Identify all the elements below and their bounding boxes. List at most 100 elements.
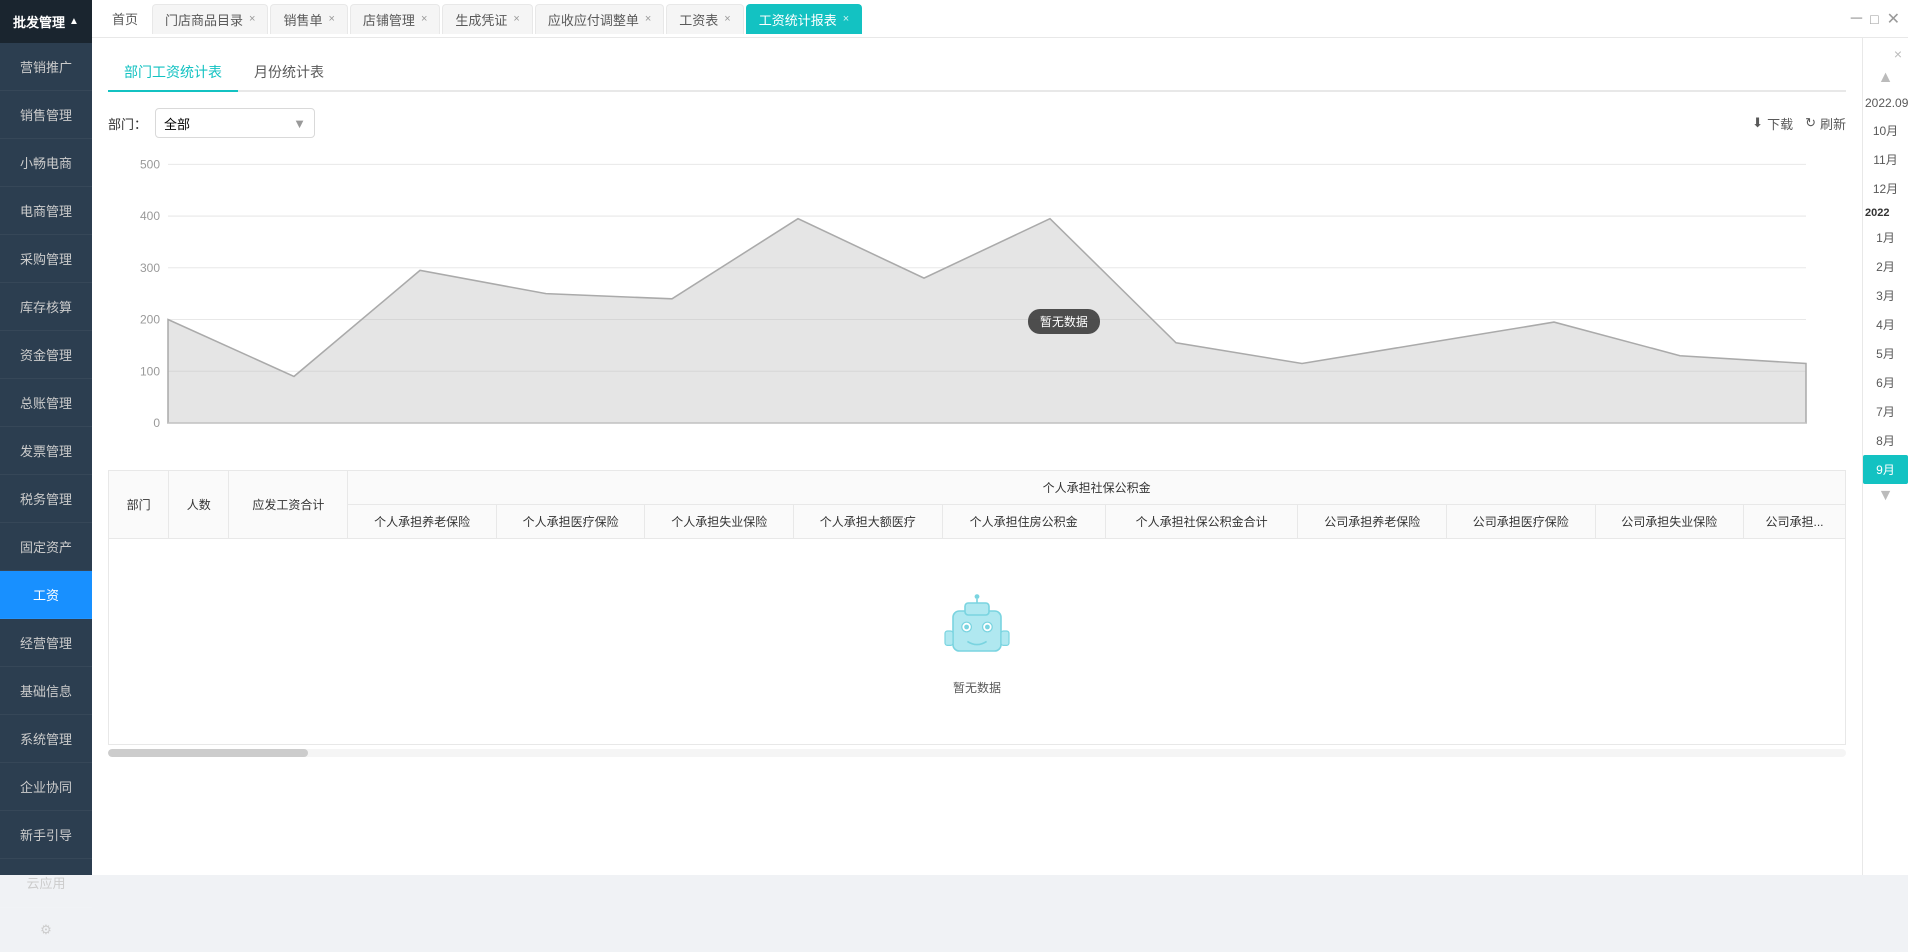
tab-close-icon[interactable]: × bbox=[513, 13, 519, 25]
svg-text:100: 100 bbox=[140, 364, 160, 378]
empty-text: 暂无数据 bbox=[953, 679, 1001, 696]
window-close[interactable]: ✕ bbox=[1887, 9, 1900, 29]
svg-text:500: 500 bbox=[140, 157, 160, 171]
tab-销售单[interactable]: 销售单 × bbox=[270, 4, 347, 34]
tab-label: 工资统计报表 bbox=[759, 10, 837, 29]
table-scroll-container[interactable]: 部门 人数 应发工资合计 个人承担社保公积金 个人承担养老保险个人承担医疗保险个… bbox=[108, 470, 1846, 745]
sidebar-item-企业协同[interactable]: 企业协同 bbox=[0, 763, 92, 811]
sidebar-item-销售管理[interactable]: 销售管理 bbox=[0, 91, 92, 139]
window-maximize[interactable]: □ bbox=[1870, 11, 1878, 27]
th-group: 个人承担社保公积金 bbox=[348, 471, 1846, 505]
tab-门店商品目录[interactable]: 门店商品目录× bbox=[152, 4, 268, 34]
timeline-month-6月[interactable]: 6月 bbox=[1863, 368, 1908, 397]
dept-filter-label: 部门： bbox=[108, 114, 147, 133]
th-col: 个人承担养老保险 bbox=[348, 505, 497, 539]
area-chart: 5004003002001000 bbox=[108, 154, 1846, 454]
timeline-month-8月[interactable]: 8月 bbox=[1863, 426, 1908, 455]
th-headcount: 人数 bbox=[169, 471, 229, 539]
horizontal-scrollbar[interactable] bbox=[108, 749, 308, 757]
sidebar-item-发票管理[interactable]: 发票管理 bbox=[0, 427, 92, 475]
sidebar-item-库存核算[interactable]: 库存核算 bbox=[0, 283, 92, 331]
data-table: 部门 人数 应发工资合计 个人承担社保公积金 个人承担养老保险个人承担医疗保险个… bbox=[108, 470, 1846, 745]
sub-tab-部门工资统计表[interactable]: 部门工资统计表 bbox=[108, 54, 238, 92]
download-button[interactable]: ⬇ 下载 bbox=[1752, 114, 1793, 133]
timeline-month-12月[interactable]: 12月 bbox=[1863, 174, 1908, 203]
sidebar: 批发管理 ▲ 营销推广销售管理小畅电商电商管理采购管理库存核算资金管理总账管理发… bbox=[0, 0, 92, 875]
tab-close-icon[interactable]: × bbox=[645, 13, 651, 25]
timeline-month-7月[interactable]: 7月 bbox=[1863, 397, 1908, 426]
timeline-month-1月[interactable]: 1月 bbox=[1863, 223, 1908, 252]
sub-tab-月份统计表[interactable]: 月份统计表 bbox=[238, 54, 340, 92]
sidebar-item-云应用[interactable]: 云应用 bbox=[0, 859, 92, 907]
timeline-month-2022.09[interactable]: 2022.09 bbox=[1863, 90, 1908, 116]
tab-生成凭证[interactable]: 生成凭证 × bbox=[442, 4, 532, 34]
sidebar-item-资金管理[interactable]: 资金管理 bbox=[0, 331, 92, 379]
sidebar-header[interactable]: 批发管理 ▲ bbox=[0, 0, 92, 43]
dept-select[interactable]: 全部 ▼ bbox=[155, 108, 315, 138]
sidebar-item-小畅电商[interactable]: 小畅电商 bbox=[0, 139, 92, 187]
download-icon: ⬇ bbox=[1752, 115, 1763, 131]
svg-text:200: 200 bbox=[140, 312, 160, 326]
table-empty-row: 暂无数据 bbox=[109, 539, 1846, 745]
timeline-year-label: 2022 bbox=[1863, 203, 1908, 223]
tab-label: 生成凭证 bbox=[455, 10, 507, 29]
sidebar-item-基础信息[interactable]: 基础信息 bbox=[0, 667, 92, 715]
timeline-down-nav[interactable]: ▼ bbox=[1874, 484, 1898, 508]
refresh-label: 刷新 bbox=[1820, 114, 1846, 133]
empty-state: 暂无数据 bbox=[121, 547, 1833, 736]
tab-close-icon[interactable]: × bbox=[328, 13, 334, 25]
timeline-month-3月[interactable]: 3月 bbox=[1863, 281, 1908, 310]
th-salary: 应发工资合计 bbox=[229, 471, 348, 539]
tab-home[interactable]: 首页 bbox=[100, 4, 150, 34]
tab-label: 店铺管理 bbox=[363, 10, 415, 29]
action-buttons: ⬇ 下载 ↻ 刷新 bbox=[1752, 114, 1846, 133]
toolbar: 部门： 全部 ▼ ⬇ 下载 ↻ 刷新 bbox=[108, 108, 1846, 138]
th-col: 个人承担医疗保险 bbox=[496, 505, 645, 539]
th-col: 个人承担大额医疗 bbox=[793, 505, 942, 539]
refresh-button[interactable]: ↻ 刷新 bbox=[1805, 114, 1846, 133]
sidebar-title: 批发管理 bbox=[13, 12, 65, 31]
page-content: 部门工资统计表月份统计表 部门： 全部 ▼ ⬇ 下载 ↻ bbox=[92, 38, 1862, 875]
sidebar-settings-button[interactable]: ⚙ bbox=[0, 907, 92, 952]
timeline-panel: × ▲ 2022.0910月11月12月20221月2月3月4月5月6月7月8月… bbox=[1862, 38, 1908, 875]
tab-close-icon[interactable]: × bbox=[421, 13, 427, 25]
tab-工资表[interactable]: 工资表× bbox=[666, 4, 743, 34]
th-dept: 部门 bbox=[109, 471, 169, 539]
th-col: 个人承担失业保险 bbox=[645, 505, 794, 539]
sidebar-item-工资[interactable]: 工资 bbox=[0, 571, 92, 619]
sidebar-item-电商管理[interactable]: 电商管理 bbox=[0, 187, 92, 235]
sidebar-item-营销推广[interactable]: 营销推广 bbox=[0, 43, 92, 91]
timeline-month-11月[interactable]: 11月 bbox=[1863, 145, 1908, 174]
timeline-up-nav[interactable]: ▲ bbox=[1874, 66, 1898, 90]
svg-text:300: 300 bbox=[140, 261, 160, 275]
chevron-down-icon: ▼ bbox=[293, 116, 306, 131]
timeline-month-9月[interactable]: 9月 bbox=[1863, 455, 1908, 484]
sidebar-item-税务管理[interactable]: 税务管理 bbox=[0, 475, 92, 523]
tab-工资统计报表[interactable]: 工资统计报表 × bbox=[746, 4, 862, 34]
tab-应收应付调整单[interactable]: 应收应付调整单× bbox=[535, 4, 664, 34]
tab-close-icon[interactable]: × bbox=[724, 13, 730, 25]
timeline-close-button[interactable]: × bbox=[1890, 42, 1906, 66]
th-col: 公司承担失业保险 bbox=[1595, 505, 1744, 539]
chart-container: 5004003002001000 暂无数据 bbox=[108, 154, 1846, 454]
sidebar-item-采购管理[interactable]: 采购管理 bbox=[0, 235, 92, 283]
timeline-month-10月[interactable]: 10月 bbox=[1863, 116, 1908, 145]
chart-tooltip: 暂无数据 bbox=[1028, 309, 1100, 334]
empty-icon bbox=[937, 587, 1017, 667]
download-label: 下载 bbox=[1767, 114, 1793, 133]
tab-店铺管理[interactable]: 店铺管理 × bbox=[350, 4, 440, 34]
tab-label: 销售单 bbox=[283, 10, 322, 29]
sidebar-item-经营管理[interactable]: 经营管理 bbox=[0, 619, 92, 667]
timeline-month-2月[interactable]: 2月 bbox=[1863, 252, 1908, 281]
timeline-month-5月[interactable]: 5月 bbox=[1863, 339, 1908, 368]
sidebar-item-系统管理[interactable]: 系统管理 bbox=[0, 715, 92, 763]
sidebar-item-新手引导[interactable]: 新手引导 bbox=[0, 811, 92, 859]
window-minimize[interactable]: ─ bbox=[1851, 10, 1862, 28]
th-col: 个人承担住房公积金 bbox=[942, 505, 1105, 539]
sidebar-item-总账管理[interactable]: 总账管理 bbox=[0, 379, 92, 427]
sidebar-item-固定资产[interactable]: 固定资产 bbox=[0, 523, 92, 571]
timeline-month-4月[interactable]: 4月 bbox=[1863, 310, 1908, 339]
tab-close-icon[interactable]: × bbox=[249, 13, 255, 25]
tab-close-icon[interactable]: × bbox=[843, 13, 849, 25]
th-col: 公司承担医疗保险 bbox=[1446, 505, 1595, 539]
